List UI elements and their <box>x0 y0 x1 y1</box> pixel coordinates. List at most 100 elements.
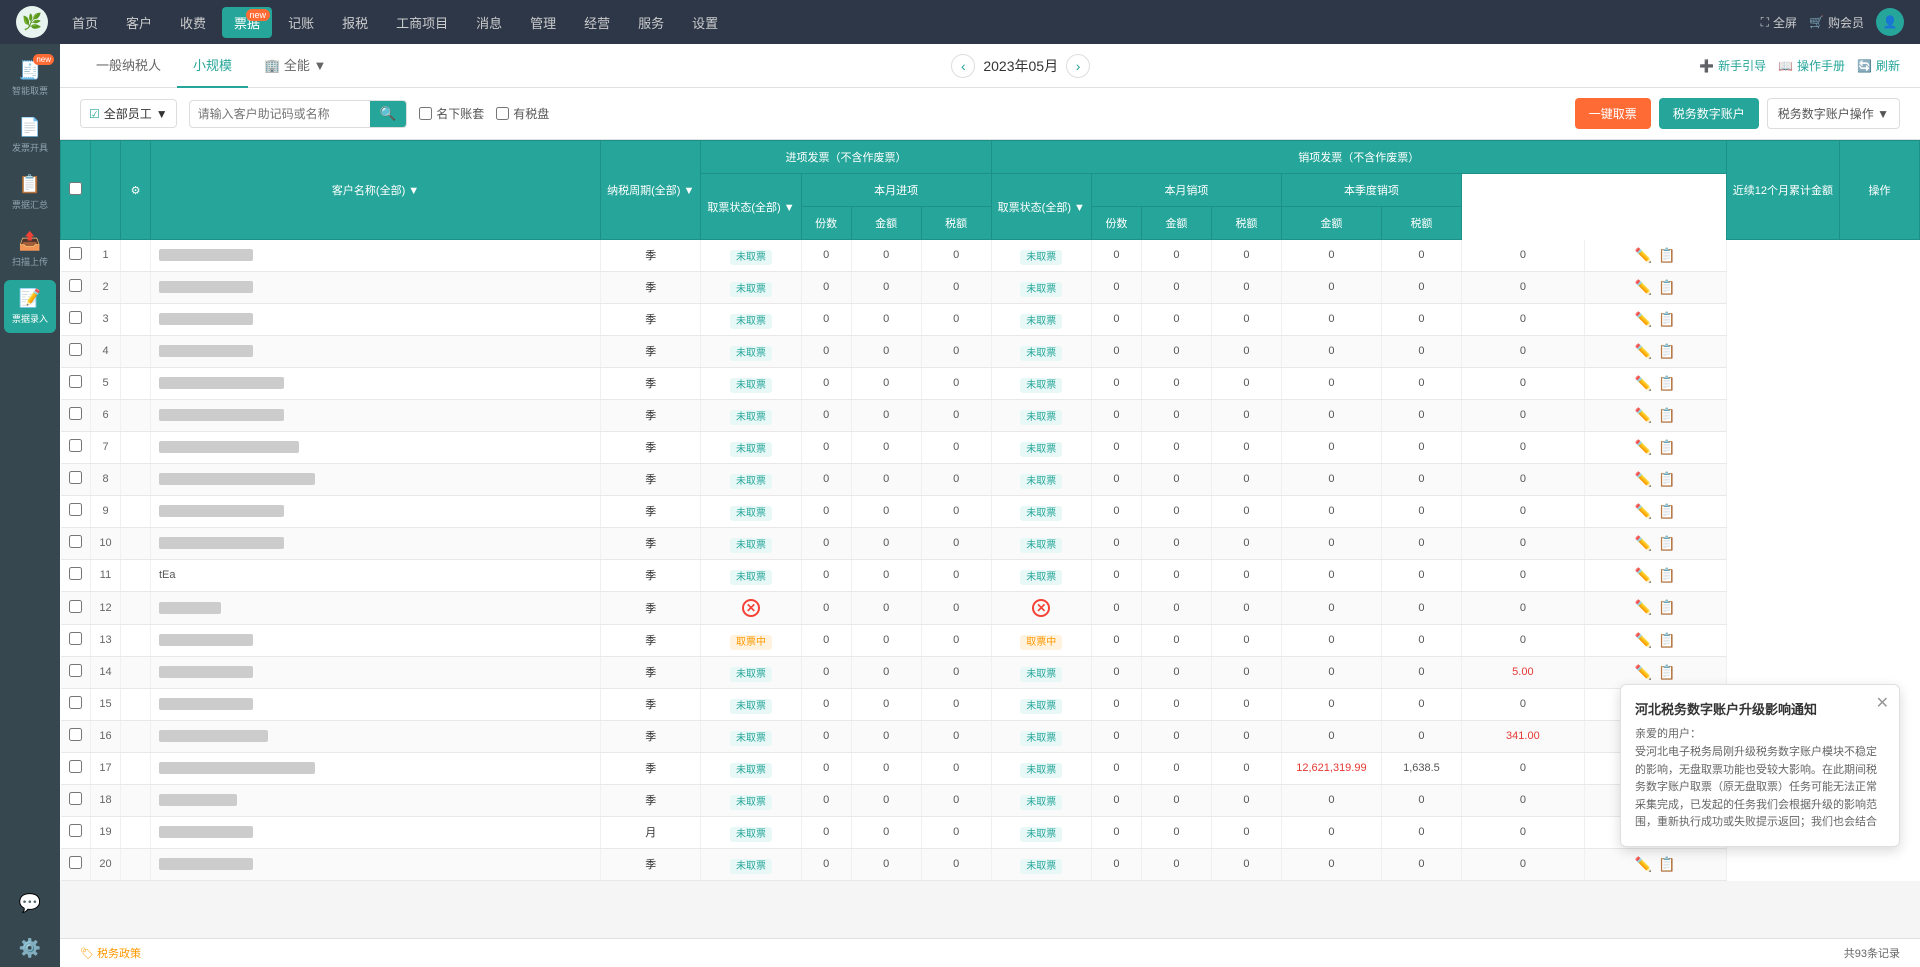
manual-btn[interactable]: 📖 操作手册 <box>1778 57 1845 74</box>
sidebar-item-ticket-summary[interactable]: 📋 票据汇总 <box>4 166 56 219</box>
tax-period-cell: 季 <box>601 335 701 367</box>
row-checkbox[interactable] <box>69 439 82 452</box>
column-settings-icon[interactable]: ⚙ <box>131 185 141 197</box>
copy-icon[interactable]: 📋 <box>1658 439 1675 456</box>
tab-small-scale[interactable]: 小规模 <box>177 44 248 88</box>
checkbox-tax-disk[interactable]: 有税盘 <box>496 105 549 122</box>
copy-icon[interactable]: 📋 <box>1658 567 1675 584</box>
copy-icon[interactable]: 📋 <box>1658 247 1675 264</box>
edit-icon[interactable]: ✏️ <box>1635 311 1652 328</box>
fullscreen-btn[interactable]: ⛶ 全屏 <box>1761 14 1797 31</box>
row-actions-icon <box>121 303 151 335</box>
sidebar-item-smart-ticket[interactable]: 🧾 智能取票 new <box>4 52 56 105</box>
nav-item-service[interactable]: 服务 <box>626 7 676 38</box>
row-actions-icon <box>121 559 151 591</box>
checkbox-accounts[interactable]: 名下账套 <box>419 105 484 122</box>
sidebar-item-invoice-issue[interactable]: 📄 发票开具 <box>4 109 56 162</box>
edit-icon[interactable]: ✏️ <box>1635 856 1652 873</box>
edit-icon[interactable]: ✏️ <box>1635 567 1652 584</box>
edit-icon[interactable]: ✏️ <box>1635 599 1652 616</box>
out-amount: 0 <box>1141 784 1211 816</box>
copy-icon[interactable]: 📋 <box>1658 535 1675 552</box>
guide-btn[interactable]: ➕ 新手引导 <box>1699 57 1766 74</box>
row-checkbox[interactable] <box>69 567 82 580</box>
sidebar-item-scan-upload[interactable]: 📤 扫描上传 <box>4 223 56 276</box>
edit-icon[interactable]: ✏️ <box>1635 503 1652 520</box>
row-checkbox[interactable] <box>69 760 82 773</box>
copy-icon[interactable]: 📋 <box>1658 856 1675 873</box>
tax-digital-account-btn[interactable]: 税务数字账户 <box>1659 98 1759 129</box>
row-checkbox[interactable] <box>69 792 82 805</box>
row-checkbox[interactable] <box>69 311 82 324</box>
copy-icon[interactable]: 📋 <box>1658 311 1675 328</box>
sidebar-item-setting[interactable]: ⚙️ <box>4 930 56 967</box>
edit-icon[interactable]: ✏️ <box>1635 407 1652 424</box>
copy-icon[interactable]: 📋 <box>1658 279 1675 296</box>
row-checkbox[interactable] <box>69 535 82 548</box>
search-button[interactable]: 🔍 <box>370 101 407 127</box>
edit-icon[interactable]: ✏️ <box>1635 279 1652 296</box>
row-checkbox[interactable] <box>69 247 82 260</box>
edit-icon[interactable]: ✏️ <box>1635 535 1652 552</box>
tab-general-taxpayer[interactable]: 一般纳税人 <box>80 44 177 88</box>
employee-select[interactable]: ☑ 全部员工 ▼ <box>80 99 177 128</box>
nav-item-customer[interactable]: 客户 <box>114 7 164 38</box>
nav-item-accounting[interactable]: 记账 <box>276 7 326 38</box>
row-checkbox[interactable] <box>69 632 82 645</box>
edit-icon[interactable]: ✏️ <box>1635 632 1652 649</box>
row-number: 8 <box>91 463 121 495</box>
copy-icon[interactable]: 📋 <box>1658 664 1675 681</box>
copy-icon[interactable]: 📋 <box>1658 632 1675 649</box>
nav-item-ticket[interactable]: 票据 new <box>222 7 272 38</box>
nav-item-home[interactable]: 首页 <box>60 7 110 38</box>
edit-icon[interactable]: ✏️ <box>1635 375 1652 392</box>
copy-icon[interactable]: 📋 <box>1658 471 1675 488</box>
copy-icon[interactable]: 📋 <box>1658 599 1675 616</box>
refresh-btn[interactable]: 🔄 刷新 <box>1857 57 1900 74</box>
edit-icon[interactable]: ✏️ <box>1635 247 1652 264</box>
tab-all[interactable]: 🏢 全能 ▼ <box>248 44 342 88</box>
date-next-btn[interactable]: › <box>1066 54 1090 78</box>
sidebar-item-ticket-entry[interactable]: 📝 票据录入 <box>4 280 56 333</box>
row-checkbox[interactable] <box>69 407 82 420</box>
nav-item-settings[interactable]: 设置 <box>680 7 730 38</box>
row-checkbox[interactable] <box>69 503 82 516</box>
edit-icon[interactable]: ✏️ <box>1635 343 1652 360</box>
nav-item-manage[interactable]: 管理 <box>518 7 568 38</box>
edit-icon[interactable]: ✏️ <box>1635 439 1652 456</box>
row-checkbox[interactable] <box>69 600 82 613</box>
tax-digital-ops-btn[interactable]: 税务数字账户操作 ▼ <box>1767 98 1900 129</box>
row-checkbox[interactable] <box>69 696 82 709</box>
search-input[interactable] <box>190 102 370 126</box>
copy-icon[interactable]: 📋 <box>1658 407 1675 424</box>
row-checkbox[interactable] <box>69 728 82 741</box>
sidebar-item-chat[interactable]: 💬 <box>4 885 56 926</box>
one-click-fetch-btn[interactable]: 一键取票 <box>1575 98 1651 129</box>
tax-policy-link[interactable]: 🏷 税务政策 <box>80 945 141 961</box>
nav-item-message[interactable]: 消息 <box>464 7 514 38</box>
row-checkbox[interactable] <box>69 664 82 677</box>
out-tax: 0 <box>1211 720 1281 752</box>
date-prev-btn[interactable]: ‹ <box>951 54 975 78</box>
user-avatar[interactable]: 👤 <box>1876 8 1904 36</box>
select-all-checkbox[interactable] <box>69 182 82 195</box>
row-checkbox[interactable] <box>69 375 82 388</box>
row-number: 5 <box>91 367 121 399</box>
row-checkbox[interactable] <box>69 471 82 484</box>
notification-close-btn[interactable]: ✕ <box>1876 693 1889 713</box>
customer-name-cell: tEa <box>151 559 601 591</box>
nav-item-tax[interactable]: 报税 <box>330 7 380 38</box>
nav-item-operation[interactable]: 经营 <box>572 7 622 38</box>
copy-icon[interactable]: 📋 <box>1658 503 1675 520</box>
row-checkbox[interactable] <box>69 279 82 292</box>
copy-icon[interactable]: 📋 <box>1658 343 1675 360</box>
member-btn[interactable]: 🛒 购会员 <box>1809 14 1864 31</box>
row-checkbox[interactable] <box>69 856 82 869</box>
edit-icon[interactable]: ✏️ <box>1635 471 1652 488</box>
nav-item-business[interactable]: 工商项目 <box>384 7 460 38</box>
edit-icon[interactable]: ✏️ <box>1635 664 1652 681</box>
row-checkbox[interactable] <box>69 824 82 837</box>
row-checkbox[interactable] <box>69 343 82 356</box>
nav-item-fee[interactable]: 收费 <box>168 7 218 38</box>
copy-icon[interactable]: 📋 <box>1658 375 1675 392</box>
